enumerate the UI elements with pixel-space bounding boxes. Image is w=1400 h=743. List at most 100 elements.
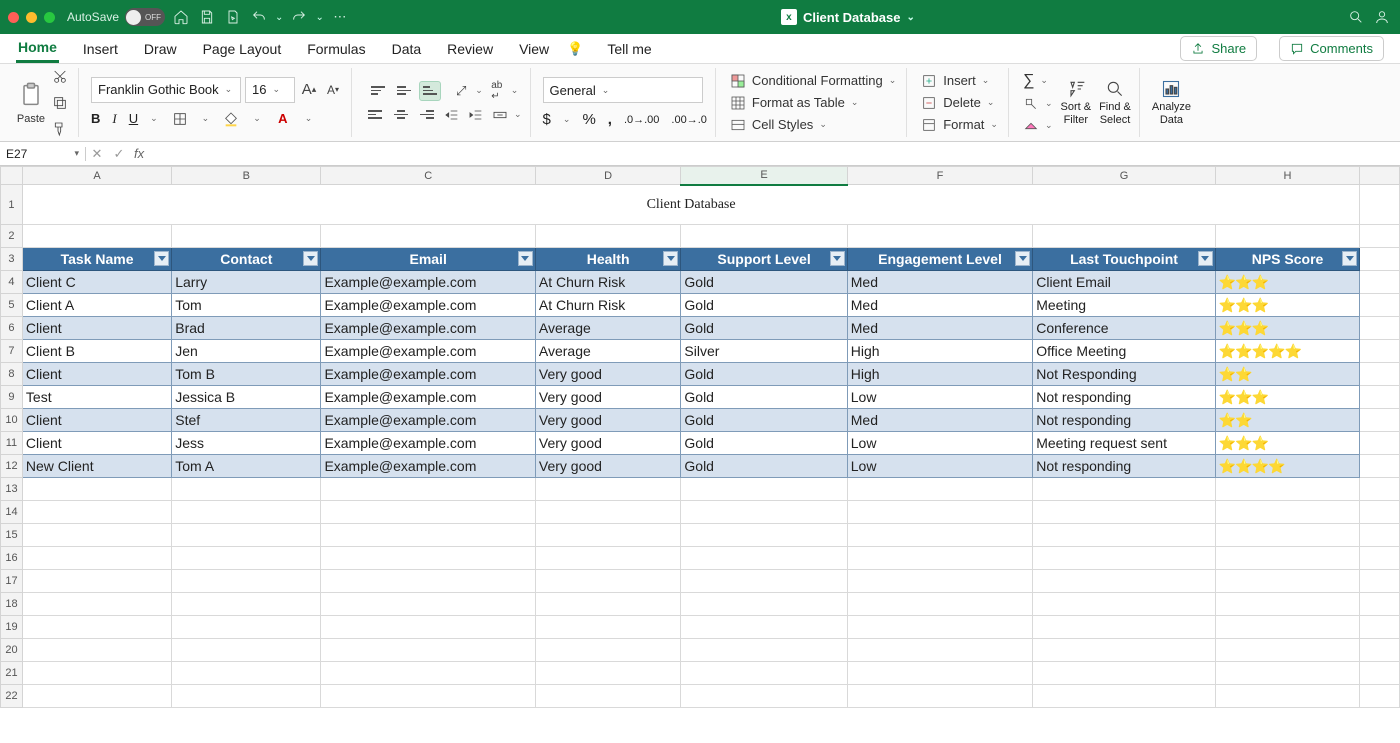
sort-filter-button[interactable]: Sort & Filter (1061, 79, 1092, 125)
empty-cell[interactable] (847, 501, 1032, 524)
cell-task[interactable]: New Client (22, 455, 171, 478)
empty-cell[interactable] (22, 524, 171, 547)
undo-dropdown[interactable]: ⌄ (275, 12, 283, 23)
currency-icon[interactable]: $ (543, 111, 551, 128)
col-header-F[interactable]: F (847, 167, 1032, 185)
empty-cell[interactable] (172, 547, 321, 570)
tab-review[interactable]: Review (445, 36, 495, 62)
table-header[interactable]: Email (321, 248, 535, 271)
cut-icon[interactable] (50, 67, 70, 87)
cell-health[interactable]: Very good (535, 409, 681, 432)
empty-cell[interactable] (172, 639, 321, 662)
document-title-area[interactable]: x Client Database ⌄ (356, 9, 1340, 25)
cancel-formula-icon[interactable]: ✕ (86, 146, 108, 162)
cell-task[interactable]: Client (22, 409, 171, 432)
cell-nps[interactable]: ⭐⭐⭐ (1215, 271, 1359, 294)
cell-engagement[interactable]: Low (847, 455, 1032, 478)
empty-cell[interactable] (535, 478, 681, 501)
row-header-12[interactable]: 12 (1, 455, 23, 478)
more-icon[interactable]: ⋯ (330, 7, 350, 27)
empty-cell[interactable] (321, 478, 535, 501)
row-header-15[interactable]: 15 (1, 524, 23, 547)
cell-task[interactable]: Client (22, 432, 171, 455)
empty-cell[interactable] (1215, 478, 1359, 501)
cell-health[interactable]: Very good (535, 455, 681, 478)
percent-icon[interactable]: % (582, 111, 595, 128)
empty-cell[interactable] (847, 524, 1032, 547)
cell-nps[interactable]: ⭐⭐⭐ (1215, 317, 1359, 340)
conditional-formatting-button[interactable]: Conditional Formatting⌄ (728, 72, 898, 90)
empty-cell[interactable] (681, 524, 847, 547)
fill-button[interactable]: ⌄ (1021, 95, 1055, 113)
cell-contact[interactable]: Tom B (172, 363, 321, 386)
row-header-10[interactable]: 10 (1, 409, 23, 432)
empty-cell[interactable] (1215, 639, 1359, 662)
cell-nps[interactable]: ⭐⭐⭐⭐ (1215, 455, 1359, 478)
empty-cell[interactable] (22, 501, 171, 524)
empty-cell[interactable] (1033, 662, 1216, 685)
row-header-13[interactable]: 13 (1, 478, 23, 501)
empty-cell[interactable] (1033, 478, 1216, 501)
row-header-5[interactable]: 5 (1, 294, 23, 317)
cell-engagement[interactable]: Med (847, 317, 1032, 340)
decrease-decimal-icon[interactable]: .00→.0 (671, 114, 706, 126)
cell-touchpoint[interactable]: Not responding (1033, 386, 1216, 409)
empty-cell[interactable] (535, 639, 681, 662)
empty-cell[interactable] (1215, 547, 1359, 570)
decrease-indent-icon[interactable] (442, 105, 462, 125)
table-header[interactable]: Health (535, 248, 681, 271)
empty-cell[interactable] (1033, 593, 1216, 616)
empty-cell[interactable] (847, 616, 1032, 639)
empty-cell[interactable] (22, 616, 171, 639)
autosum-button[interactable]: ∑⌄ (1021, 71, 1050, 91)
empty-cell[interactable] (681, 547, 847, 570)
empty-cell[interactable] (535, 685, 681, 708)
cell-health[interactable]: At Churn Risk (535, 271, 681, 294)
row-header-9[interactable]: 9 (1, 386, 23, 409)
row-header-14[interactable]: 14 (1, 501, 23, 524)
cell-email[interactable]: Example@example.com (321, 317, 535, 340)
cell-health[interactable]: Very good (535, 386, 681, 409)
empty-cell[interactable] (321, 547, 535, 570)
tab-insert[interactable]: Insert (81, 36, 120, 62)
col-header-G[interactable]: G (1033, 167, 1216, 185)
empty-cell[interactable] (172, 501, 321, 524)
increase-indent-icon[interactable] (466, 105, 486, 125)
fx-icon[interactable]: fx (134, 146, 144, 161)
empty-cell[interactable] (321, 685, 535, 708)
bold-button[interactable]: B (91, 111, 100, 126)
cell-touchpoint[interactable]: Office Meeting (1033, 340, 1216, 363)
increase-font-icon[interactable]: A▴ (299, 80, 319, 100)
font-size-select[interactable]: 16⌄ (245, 77, 295, 103)
filter-icon[interactable] (518, 251, 533, 266)
row-header-21[interactable]: 21 (1, 662, 23, 685)
tab-draw[interactable]: Draw (142, 36, 179, 62)
cell-email[interactable]: Example@example.com (321, 340, 535, 363)
cell-engagement[interactable]: Low (847, 432, 1032, 455)
cell-contact[interactable]: Brad (172, 317, 321, 340)
filter-icon[interactable] (663, 251, 678, 266)
empty-cell[interactable] (22, 685, 171, 708)
empty-cell[interactable] (172, 524, 321, 547)
cell-nps[interactable]: ⭐⭐⭐ (1215, 386, 1359, 409)
row-header-22[interactable]: 22 (1, 685, 23, 708)
row-header-17[interactable]: 17 (1, 570, 23, 593)
empty-cell[interactable] (321, 570, 535, 593)
tab-home[interactable]: Home (16, 34, 59, 63)
empty-cell[interactable] (321, 501, 535, 524)
empty-cell[interactable] (1215, 616, 1359, 639)
cell-support[interactable]: Gold (681, 317, 847, 340)
cell-contact[interactable]: Larry (172, 271, 321, 294)
redo-dropdown[interactable]: ⌄ (315, 12, 323, 23)
cell-touchpoint[interactable]: Not Responding (1033, 363, 1216, 386)
cell-support[interactable]: Gold (681, 386, 847, 409)
empty-cell[interactable] (681, 478, 847, 501)
cell-health[interactable]: Very good (535, 432, 681, 455)
empty-cell[interactable] (1033, 570, 1216, 593)
empty-cell[interactable] (1033, 524, 1216, 547)
align-bottom[interactable] (419, 81, 441, 101)
empty-cell[interactable] (681, 685, 847, 708)
empty-cell[interactable] (22, 547, 171, 570)
row-header-3[interactable]: 3 (1, 248, 23, 271)
col-header-B[interactable]: B (172, 167, 321, 185)
